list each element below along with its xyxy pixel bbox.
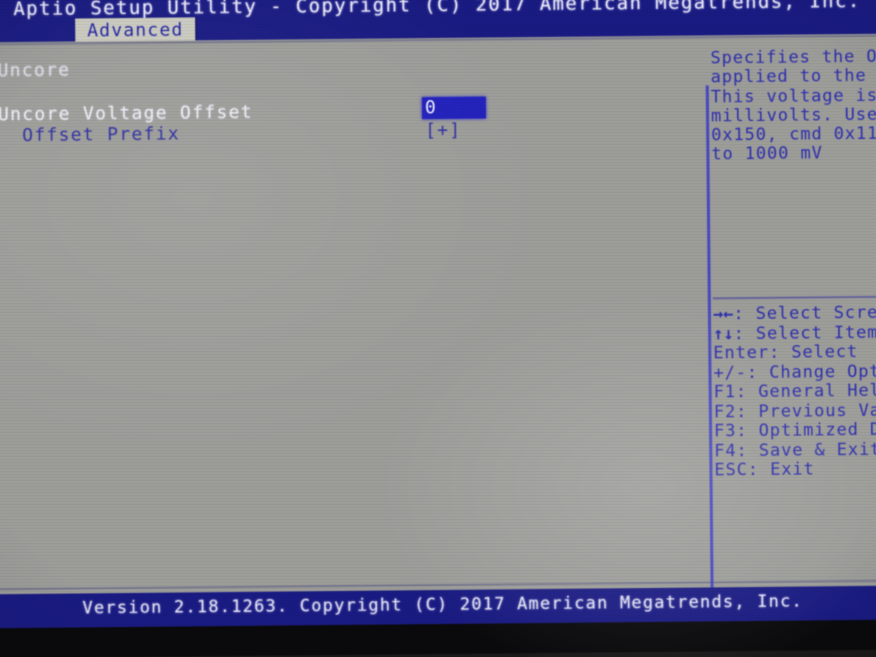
offset-prefix-value[interactable]: [+] <box>425 120 461 141</box>
bios-screen-content: Aptio Setup Utility - Copyright (C) 2017… <box>0 0 876 657</box>
shortcut-separator: : <box>736 421 748 442</box>
shortcut-separator: : <box>736 401 748 422</box>
shortcut-key: F2 <box>713 401 737 422</box>
help-line: to 1000 mV <box>711 143 823 165</box>
shortcut-action: Change Opt <box>769 361 876 383</box>
setting-label-uncore-voltage-offset[interactable]: Uncore Voltage Offset <box>0 102 253 125</box>
shortcut-action: Exit <box>770 459 815 480</box>
shortcut-key: ESC <box>714 460 748 481</box>
shortcut-separator: : <box>733 304 745 325</box>
shortcut-action: Optimized D <box>758 419 876 441</box>
shortcut-key: +/- <box>713 362 748 383</box>
bios-screen: Aptio Setup Utility - Copyright (C) 2017… <box>0 0 876 657</box>
uncore-voltage-offset-input[interactable]: 0 <box>421 96 487 120</box>
help-line: 0x150, cmd 0x11. <box>711 123 876 146</box>
shortcut-key: Enter <box>713 342 770 364</box>
version-text: Version 2.18.1263. Copyright (C) 2017 Am… <box>82 591 803 619</box>
shortcut-separator: : <box>733 323 745 344</box>
left-right-arrow-icon: →← <box>712 304 734 325</box>
help-line: applied to the U <box>710 65 876 88</box>
shortcut-separator: : <box>746 362 759 383</box>
keyboard-shortcuts-legend: →←: Select Scre ↑↓: Select Item Enter: S… <box>712 302 876 481</box>
shortcut-action: Select <box>791 341 859 363</box>
shortcut-separator: : <box>735 382 748 403</box>
settings-list: Uncore Uncore Voltage Offset Offset Pref… <box>0 46 695 146</box>
shortcut-action: Save & Exit <box>758 439 876 461</box>
uncore-voltage-offset-value: 0 <box>424 97 438 119</box>
shortcut-separator: : <box>736 440 748 461</box>
shortcut-exit: ESC: Exit <box>714 459 876 481</box>
shortcut-key: F1 <box>713 382 737 403</box>
group-title-uncore: Uncore <box>0 59 71 82</box>
shortcut-separator: : <box>747 459 760 481</box>
shortcut-save-and-exit: F4: Save & Exit <box>714 439 876 461</box>
shortcut-action: Select Item <box>755 322 876 344</box>
shortcut-key: F3 <box>713 421 737 442</box>
shortcut-action: General Hel <box>758 380 876 402</box>
shortcut-separator: : <box>768 342 781 363</box>
settings-layer: Uncore Uncore Voltage Offset Offset Pref… <box>0 34 876 626</box>
shortcut-action: Select Scre <box>755 302 876 324</box>
help-description: Specifies the Of applied to the U This v… <box>710 47 876 166</box>
help-shortcuts-divider <box>712 295 876 300</box>
shortcut-key: F4 <box>714 440 737 461</box>
setting-label-offset-prefix[interactable]: Offset Prefix <box>22 123 180 146</box>
shortcut-action: Previous Va <box>758 400 876 422</box>
up-down-arrow-icon: ↑↓ <box>713 323 734 344</box>
